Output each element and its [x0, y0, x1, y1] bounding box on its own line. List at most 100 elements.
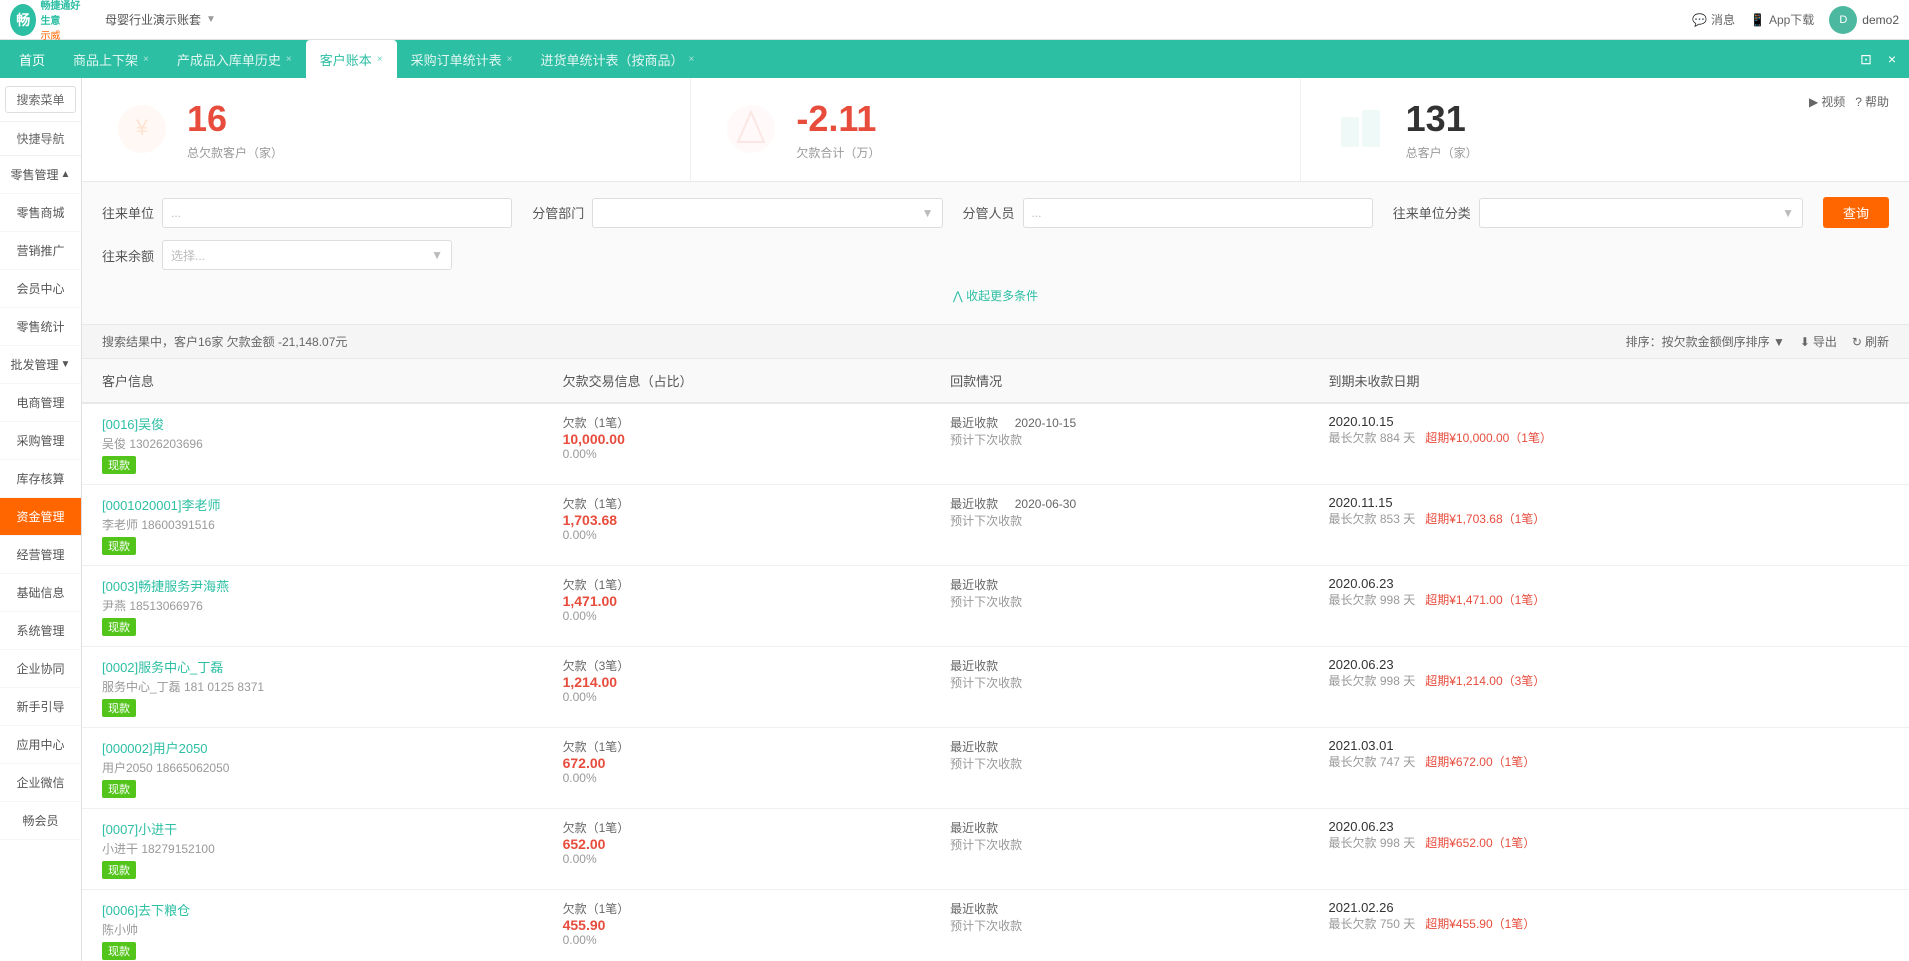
tab-customer-account[interactable]: 客户账本 × — [306, 40, 397, 78]
sidebar-item-enterprise-coop[interactable]: 企业协同 — [0, 650, 81, 688]
sidebar-item-purchase-mgmt[interactable]: 采购管理 — [0, 422, 81, 460]
stats-top-actions: ▶ 视频 ? 帮助 — [1809, 93, 1889, 110]
export-btn[interactable]: ⬇ 导出 — [1800, 333, 1837, 350]
sidebar-operations-label: 经营管理 — [16, 548, 64, 562]
debt-amount[interactable]: 455.90 — [563, 917, 910, 933]
stat-icon-1: ¥ — [112, 100, 172, 160]
sidebar-item-retail-mgmt[interactable]: 零售管理 ▲ — [0, 156, 81, 194]
tab-product-status[interactable]: 商品上下架 × — [59, 40, 163, 78]
sidebar-item-system[interactable]: 系统管理 — [0, 612, 81, 650]
sidebar-chang-member-label: 畅会员 — [22, 814, 58, 828]
logo-area: 畅 畅捷通好生意 示威 — [10, 0, 90, 42]
next-payment: 预计下次收款 — [950, 593, 1288, 610]
search-button[interactable]: 查询 — [1823, 197, 1889, 228]
sidebar-item-retail-store[interactable]: 零售商城 — [0, 194, 81, 232]
th-recovery: 回款情况 — [930, 359, 1308, 403]
balance-select[interactable]: 选择... ▼ — [162, 240, 452, 270]
tab-import-stats[interactable]: 进货单统计表（按商品） × — [526, 40, 708, 78]
tab-home[interactable]: 首页 — [5, 40, 59, 78]
sidebar-item-capital-mgmt[interactable]: 资金管理 — [0, 498, 81, 536]
app-download-btn[interactable]: 📱 App下载 — [1750, 11, 1814, 28]
search-menu-btn[interactable]: 搜索菜单 — [5, 86, 76, 113]
debt-amount[interactable]: 1,703.68 — [563, 512, 910, 528]
tab-product-status-label: 商品上下架 — [73, 50, 138, 69]
refresh-btn[interactable]: ↻ 刷新 — [1852, 333, 1889, 350]
dept-select[interactable]: ▼ — [592, 198, 942, 228]
nav-expand-btn[interactable]: ⊡ — [1852, 51, 1880, 68]
sidebar-item-quick-nav[interactable]: 快捷导航 — [0, 122, 81, 156]
due-date-cell: 2020.06.23 最长欠款 998 天 超期¥1,214.00（3笔） — [1309, 647, 1909, 728]
app-download-label: App下载 — [1769, 11, 1814, 28]
customer-name-link[interactable]: [000002]用户2050 — [102, 741, 208, 756]
help-btn[interactable]: ? 帮助 — [1855, 93, 1889, 110]
debt-amount[interactable]: 10,000.00 — [563, 431, 910, 447]
unit-category-select[interactable]: ▼ — [1479, 198, 1803, 228]
sidebar-retail-mgmt-label: 零售管理 — [11, 166, 59, 183]
sidebar-item-chang-member[interactable]: 畅会员 — [0, 802, 81, 840]
stat-card-overdue-customers: ¥ 16 总欠款客户（家） — [82, 78, 691, 181]
sidebar-item-app-center[interactable]: 应用中心 — [0, 726, 81, 764]
customer-name-link[interactable]: [0003]畅捷服务尹海燕 — [102, 579, 229, 594]
debt-info-cell: 欠款（1笔） 672.00 0.00% — [543, 728, 930, 809]
overdue-amount-link[interactable]: 超期¥1,471.00（1笔） — [1425, 593, 1545, 607]
result-summary: 搜索结果中，客户16家 欠款金额 -21,148.07元 — [102, 333, 347, 350]
message-label: 消息 — [1711, 11, 1735, 28]
tab-product-history[interactable]: 产成品入库单历史 × — [163, 40, 306, 78]
collapse-filters-btn[interactable]: ⋀ 收起更多条件 — [102, 282, 1889, 309]
customer-name-link[interactable]: [0001020001]李老师 — [102, 498, 221, 513]
user-profile[interactable]: D demo2 — [1829, 6, 1899, 34]
overdue-days: 最长欠款 998 天 超期¥1,214.00（3笔） — [1329, 672, 1889, 689]
video-btn[interactable]: ▶ 视频 — [1809, 93, 1845, 110]
sidebar-item-ecommerce[interactable]: 电商管理 — [0, 384, 81, 422]
sidebar-item-batch-mgmt[interactable]: 批发管理 ▼ — [0, 346, 81, 384]
sidebar-item-member-center[interactable]: 会员中心 — [0, 270, 81, 308]
collapse-label: 收起更多条件 — [966, 289, 1038, 303]
sidebar-item-enterprise-wechat[interactable]: 企业微信 — [0, 764, 81, 802]
sidebar-app-center-label: 应用中心 — [16, 738, 64, 752]
tab-product-status-close[interactable]: × — [143, 54, 149, 65]
message-btn[interactable]: 💬 消息 — [1692, 11, 1735, 28]
tab-customer-account-close[interactable]: × — [377, 54, 383, 65]
tab-purchase-order-close[interactable]: × — [507, 54, 513, 65]
balance-label: 往来余额 — [102, 246, 154, 265]
filter-row-2: 往来余额 选择... ▼ — [102, 240, 452, 270]
overdue-amount-link[interactable]: 超期¥10,000.00（1笔） — [1425, 431, 1552, 445]
tab-import-stats-close[interactable]: × — [688, 54, 694, 65]
customer-name-link[interactable]: [0002]服务中心_丁磊 — [102, 660, 223, 675]
customer-name-link[interactable]: [0007]小进干 — [102, 822, 177, 837]
recovery-cell: 最近收款 预计下次收款 — [930, 647, 1308, 728]
sidebar-item-new-guide[interactable]: 新手引导 — [0, 688, 81, 726]
tab-purchase-order[interactable]: 采购订单统计表 × — [397, 40, 527, 78]
customer-info-cell: [0001020001]李老师 李老师 18600391516 现款 — [82, 485, 543, 566]
sort-dropdown-icon[interactable]: ▼ — [1773, 335, 1785, 349]
overdue-date: 2021.02.26 — [1329, 900, 1889, 915]
source-unit-input[interactable]: ... — [162, 198, 512, 228]
overdue-amount-link[interactable]: 超期¥652.00（1笔） — [1425, 836, 1535, 850]
debt-amount[interactable]: 672.00 — [563, 755, 910, 771]
stat-info-2: -2.11 欠款合计（万） — [796, 98, 1269, 161]
sidebar-item-inventory[interactable]: 库存核算 — [0, 460, 81, 498]
overdue-amount-link[interactable]: 超期¥1,703.68（1笔） — [1425, 512, 1545, 526]
company-selector[interactable]: 母婴行业演示账套 ▼ — [90, 11, 216, 28]
sidebar-item-basic-info[interactable]: 基础信息 — [0, 574, 81, 612]
debt-amount[interactable]: 1,471.00 — [563, 593, 910, 609]
manager-input[interactable]: ... — [1023, 198, 1373, 228]
sidebar-item-marketing[interactable]: 营销推广 — [0, 232, 81, 270]
stat-label-customers: 总欠款客户（家） — [187, 144, 660, 161]
overdue-amount-link[interactable]: 超期¥672.00（1笔） — [1425, 755, 1535, 769]
tab-product-history-close[interactable]: × — [286, 54, 292, 65]
overdue-date: 2020.10.15 — [1329, 414, 1889, 429]
overdue-days: 最长欠款 998 天 超期¥652.00（1笔） — [1329, 834, 1889, 851]
customer-name-link[interactable]: [0016]吴俊 — [102, 417, 164, 432]
overdue-amount-link[interactable]: 超期¥455.90（1笔） — [1425, 917, 1535, 931]
collapse-icon: ⋀ — [953, 289, 966, 303]
overdue-amount-link[interactable]: 超期¥1,214.00（3笔） — [1425, 674, 1545, 688]
sidebar-item-retail-stats[interactable]: 零售统计 — [0, 308, 81, 346]
debt-amount[interactable]: 1,214.00 — [563, 674, 910, 690]
nav-close-all-btn[interactable]: × — [1880, 51, 1904, 67]
stat-label-total: 总客户（家） — [1406, 144, 1879, 161]
customer-name-link[interactable]: [0006]去下粮仓 — [102, 903, 190, 918]
debt-amount[interactable]: 652.00 — [563, 836, 910, 852]
th-due-date: 到期未收款日期 — [1309, 359, 1909, 403]
sidebar-item-operations[interactable]: 经营管理 — [0, 536, 81, 574]
